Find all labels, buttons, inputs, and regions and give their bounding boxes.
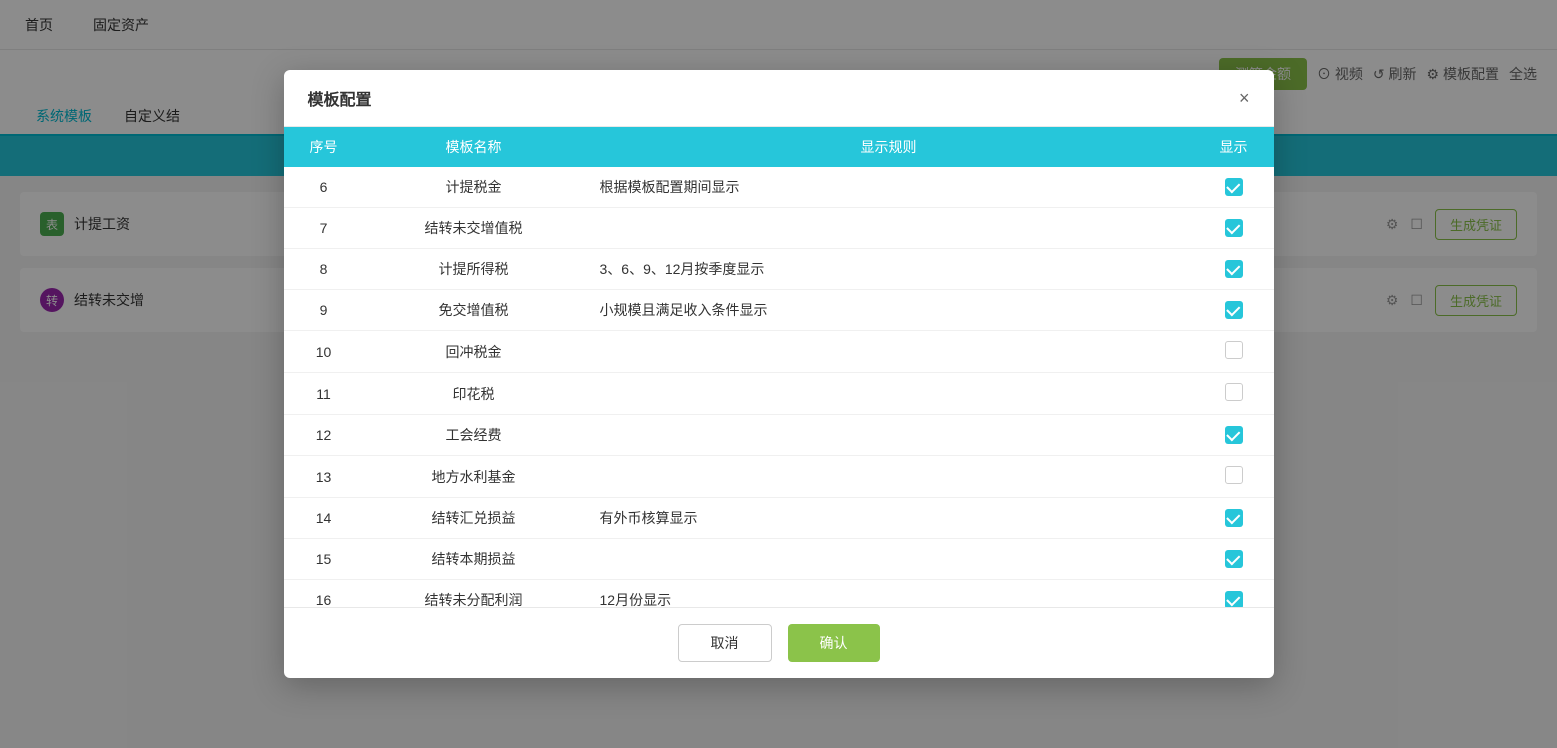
table-row: 7结转未交增值税 <box>284 208 1274 249</box>
modal-body: 序号 模板名称 显示规则 显示 6计提税金根据模板配置期间显示7结转未交增值税8… <box>284 127 1274 607</box>
cell-rule: 有外币核算显示 <box>584 498 1194 539</box>
config-table: 序号 模板名称 显示规则 显示 6计提税金根据模板配置期间显示7结转未交增值税8… <box>284 127 1274 607</box>
cell-name: 免交增值税 <box>364 290 584 331</box>
table-row: 11印花税 <box>284 373 1274 415</box>
table-row: 12工会经费 <box>284 415 1274 456</box>
table-row: 15结转本期损益 <box>284 539 1274 580</box>
cell-name: 结转汇兑损益 <box>364 498 584 539</box>
cell-check[interactable] <box>1194 331 1274 373</box>
col-header-id: 序号 <box>284 127 364 167</box>
cell-name: 工会经费 <box>364 415 584 456</box>
table-row: 10回冲税金 <box>284 331 1274 373</box>
cell-check[interactable] <box>1194 373 1274 415</box>
cell-rule <box>584 373 1194 415</box>
cell-name: 结转未交增值税 <box>364 208 584 249</box>
checkbox-checked[interactable] <box>1225 219 1243 237</box>
cell-name: 计提税金 <box>364 167 584 208</box>
cell-name: 回冲税金 <box>364 331 584 373</box>
cell-id: 7 <box>284 208 364 249</box>
cell-name: 结转未分配利润 <box>364 580 584 608</box>
cell-rule <box>584 415 1194 456</box>
cell-check[interactable] <box>1194 456 1274 498</box>
checkbox-unchecked[interactable] <box>1225 466 1243 484</box>
table-row: 9免交增值税小规模且满足收入条件显示 <box>284 290 1274 331</box>
col-header-display: 显示 <box>1194 127 1274 167</box>
cell-name: 印花税 <box>364 373 584 415</box>
cell-name: 地方水利基金 <box>364 456 584 498</box>
checkbox-checked[interactable] <box>1225 591 1243 607</box>
checkbox-unchecked[interactable] <box>1225 341 1243 359</box>
template-config-modal: 模板配置 × 序号 模板名称 显示规则 显示 6计提税金根据模板配置期间显 <box>284 70 1274 678</box>
cell-name: 结转本期损益 <box>364 539 584 580</box>
checkbox-checked[interactable] <box>1225 260 1243 278</box>
cell-id: 10 <box>284 331 364 373</box>
cell-id: 9 <box>284 290 364 331</box>
checkbox-checked[interactable] <box>1225 178 1243 196</box>
cell-id: 16 <box>284 580 364 608</box>
col-header-name: 模板名称 <box>364 127 584 167</box>
checkbox-checked[interactable] <box>1225 550 1243 568</box>
table-scroll-area[interactable]: 序号 模板名称 显示规则 显示 6计提税金根据模板配置期间显示7结转未交增值税8… <box>284 127 1274 607</box>
modal-title: 模板配置 <box>308 86 372 110</box>
cell-rule <box>584 456 1194 498</box>
table-row: 14结转汇兑损益有外币核算显示 <box>284 498 1274 539</box>
cell-check[interactable] <box>1194 580 1274 608</box>
checkbox-checked[interactable] <box>1225 426 1243 444</box>
modal-close-button[interactable]: × <box>1239 89 1250 107</box>
cell-check[interactable] <box>1194 249 1274 290</box>
cell-id: 11 <box>284 373 364 415</box>
cancel-button[interactable]: 取消 <box>678 624 772 662</box>
cell-rule: 根据模板配置期间显示 <box>584 167 1194 208</box>
modal-footer: 取消 确认 <box>284 607 1274 678</box>
cell-id: 12 <box>284 415 364 456</box>
table-row: 8计提所得税3、6、9、12月按季度显示 <box>284 249 1274 290</box>
modal-header: 模板配置 × <box>284 70 1274 127</box>
table-header: 序号 模板名称 显示规则 显示 <box>284 127 1274 167</box>
cell-rule <box>584 539 1194 580</box>
confirm-button[interactable]: 确认 <box>788 624 880 662</box>
cell-check[interactable] <box>1194 167 1274 208</box>
checkbox-checked[interactable] <box>1225 301 1243 319</box>
table-body: 6计提税金根据模板配置期间显示7结转未交增值税8计提所得税3、6、9、12月按季… <box>284 167 1274 607</box>
cell-id: 15 <box>284 539 364 580</box>
cell-check[interactable] <box>1194 498 1274 539</box>
cell-rule <box>584 208 1194 249</box>
table-row: 16结转未分配利润12月份显示 <box>284 580 1274 608</box>
cell-rule <box>584 331 1194 373</box>
cell-id: 8 <box>284 249 364 290</box>
cell-rule: 3、6、9、12月按季度显示 <box>584 249 1194 290</box>
cell-rule: 小规模且满足收入条件显示 <box>584 290 1194 331</box>
cell-id: 14 <box>284 498 364 539</box>
cell-name: 计提所得税 <box>364 249 584 290</box>
cell-id: 6 <box>284 167 364 208</box>
cell-rule: 12月份显示 <box>584 580 1194 608</box>
checkbox-checked[interactable] <box>1225 509 1243 527</box>
checkbox-unchecked[interactable] <box>1225 383 1243 401</box>
table-row: 13地方水利基金 <box>284 456 1274 498</box>
table-row: 6计提税金根据模板配置期间显示 <box>284 167 1274 208</box>
cell-id: 13 <box>284 456 364 498</box>
col-header-rule: 显示规则 <box>584 127 1194 167</box>
cell-check[interactable] <box>1194 539 1274 580</box>
cell-check[interactable] <box>1194 290 1274 331</box>
modal-overlay: 模板配置 × 序号 模板名称 显示规则 显示 6计提税金根据模板配置期间显 <box>0 0 1557 748</box>
cell-check[interactable] <box>1194 415 1274 456</box>
cell-check[interactable] <box>1194 208 1274 249</box>
